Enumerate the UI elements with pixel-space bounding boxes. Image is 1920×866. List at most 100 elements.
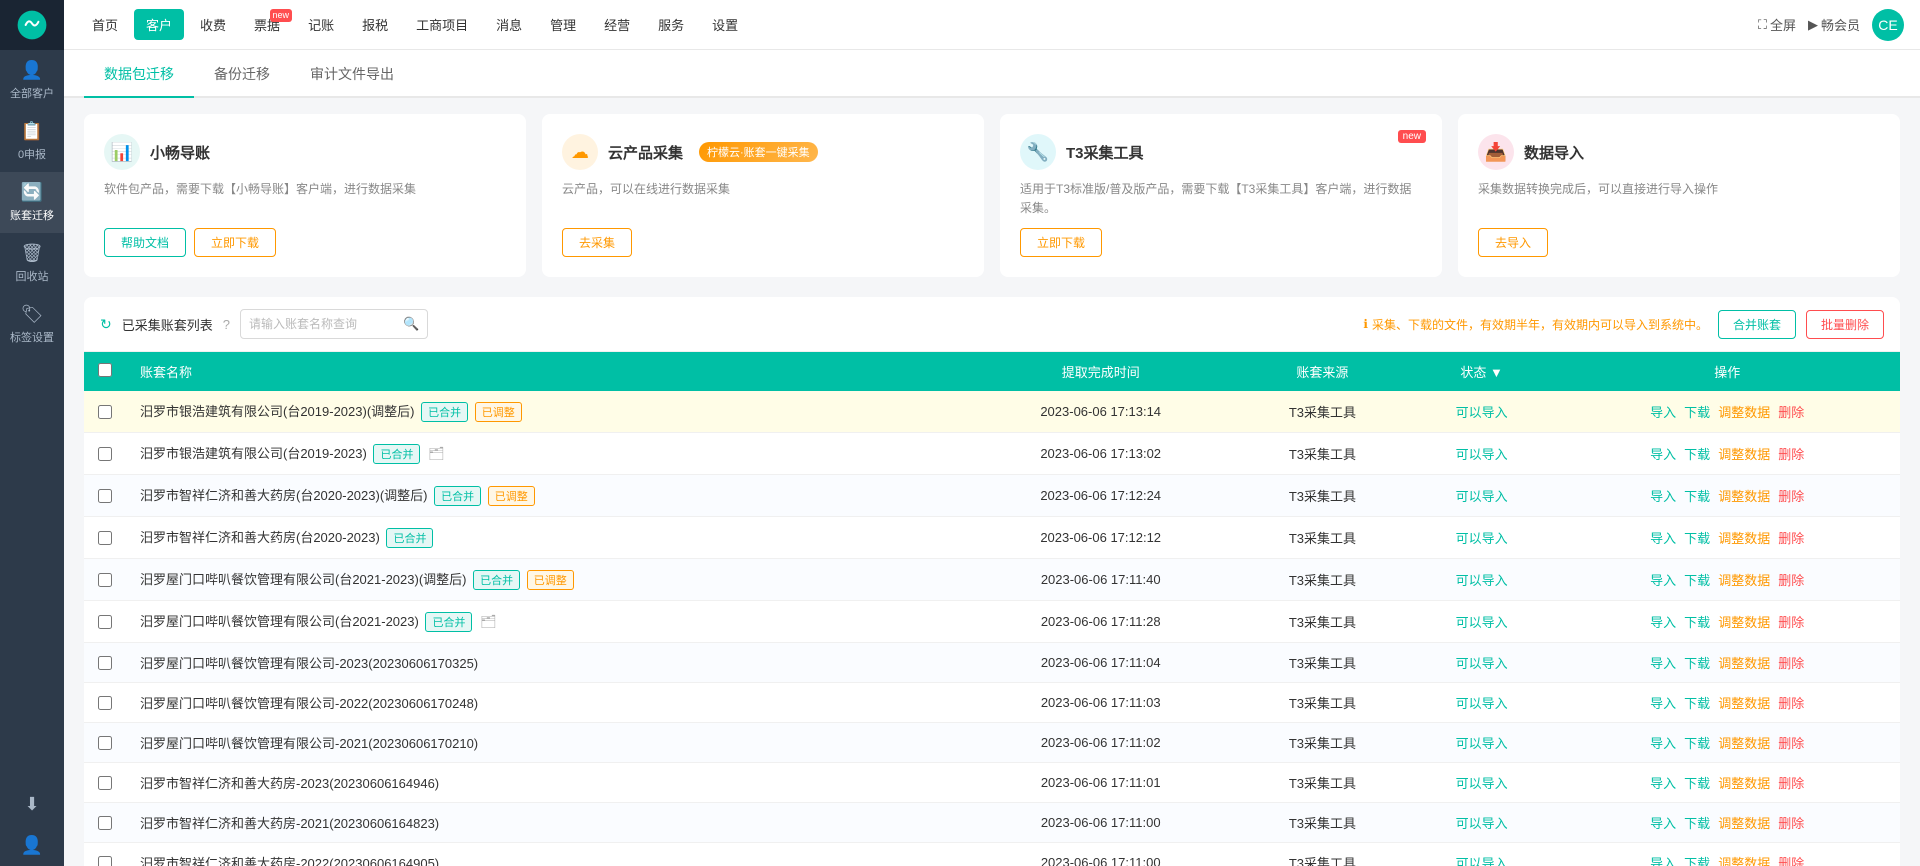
adjust-action[interactable]: 调整数据 bbox=[1718, 656, 1770, 671]
import-action[interactable]: 导入 bbox=[1650, 656, 1676, 671]
adjust-action[interactable]: 调整数据 bbox=[1718, 489, 1770, 504]
go-collect-button[interactable]: 去采集 bbox=[562, 228, 632, 257]
row-checkbox[interactable] bbox=[98, 776, 112, 790]
download-action[interactable]: 下载 bbox=[1684, 696, 1710, 711]
nav-tax[interactable]: 报税 bbox=[350, 9, 400, 40]
import-action[interactable]: 导入 bbox=[1650, 736, 1676, 751]
delete-action[interactable]: 删除 bbox=[1778, 776, 1804, 791]
nav-invoices[interactable]: 票据 new bbox=[242, 9, 292, 40]
nav-billing[interactable]: 收费 bbox=[188, 9, 238, 40]
import-action[interactable]: 导入 bbox=[1650, 405, 1676, 420]
row-checkbox[interactable] bbox=[98, 489, 112, 503]
adjust-action[interactable]: 调整数据 bbox=[1718, 405, 1770, 420]
nav-clients[interactable]: 客户 bbox=[134, 9, 184, 40]
delete-action[interactable]: 删除 bbox=[1778, 656, 1804, 671]
adjust-action[interactable]: 调整数据 bbox=[1718, 776, 1770, 791]
import-action[interactable]: 导入 bbox=[1650, 615, 1676, 630]
adjust-action[interactable]: 调整数据 bbox=[1718, 736, 1770, 751]
adjust-action[interactable]: 调整数据 bbox=[1718, 447, 1770, 462]
delete-action[interactable]: 删除 bbox=[1778, 489, 1804, 504]
download-action[interactable]: 下载 bbox=[1684, 856, 1710, 866]
nav-messages[interactable]: 消息 bbox=[484, 9, 534, 40]
search-input[interactable] bbox=[249, 317, 399, 331]
download-action[interactable]: 下载 bbox=[1684, 447, 1710, 462]
delete-action[interactable]: 删除 bbox=[1778, 573, 1804, 588]
refresh-icon[interactable]: ↻ bbox=[100, 316, 112, 333]
delete-action[interactable]: 删除 bbox=[1778, 816, 1804, 831]
delete-action[interactable]: 删除 bbox=[1778, 696, 1804, 711]
nav-bookkeeping[interactable]: 记账 bbox=[296, 9, 346, 40]
nav-management[interactable]: 管理 bbox=[538, 9, 588, 40]
import-action[interactable]: 导入 bbox=[1650, 489, 1676, 504]
help-doc-button[interactable]: 帮助文档 bbox=[104, 228, 186, 257]
adjust-action[interactable]: 调整数据 bbox=[1718, 856, 1770, 866]
sidebar-item-all-clients[interactable]: 👤 全部客户 bbox=[0, 50, 64, 111]
download-now-button-3[interactable]: 立即下载 bbox=[1020, 228, 1102, 257]
import-action[interactable]: 导入 bbox=[1650, 447, 1676, 462]
row-checkbox[interactable] bbox=[98, 615, 112, 629]
delete-action[interactable]: 删除 bbox=[1778, 736, 1804, 751]
row-checkbox[interactable] bbox=[98, 696, 112, 710]
download-action[interactable]: 下载 bbox=[1684, 489, 1710, 504]
nav-home[interactable]: 首页 bbox=[80, 9, 130, 40]
row-checkbox[interactable] bbox=[98, 816, 112, 830]
import-action[interactable]: 导入 bbox=[1650, 573, 1676, 588]
delete-action[interactable]: 删除 bbox=[1778, 531, 1804, 546]
sidebar-item-tag-settings[interactable]: 🏷 标签设置 bbox=[0, 294, 64, 355]
sidebar-item-zero-report[interactable]: 📋 0申报 bbox=[0, 111, 64, 172]
row-checkbox[interactable] bbox=[98, 405, 112, 419]
batch-delete-button[interactable]: 批量删除 bbox=[1806, 310, 1884, 339]
adjust-action[interactable]: 调整数据 bbox=[1718, 816, 1770, 831]
member-button[interactable]: ▶ 畅会员 bbox=[1808, 15, 1860, 34]
import-action[interactable]: 导入 bbox=[1650, 776, 1676, 791]
tab-data-migration[interactable]: 数据包迁移 bbox=[84, 50, 194, 98]
nav-operations[interactable]: 经营 bbox=[592, 9, 642, 40]
help-icon[interactable]: ? bbox=[223, 317, 230, 332]
row-checkbox[interactable] bbox=[98, 656, 112, 670]
adjust-action[interactable]: 调整数据 bbox=[1718, 573, 1770, 588]
download-action[interactable]: 下载 bbox=[1684, 736, 1710, 751]
app-logo[interactable] bbox=[0, 0, 64, 50]
download-action[interactable]: 下载 bbox=[1684, 531, 1710, 546]
delete-action[interactable]: 删除 bbox=[1778, 615, 1804, 630]
fullscreen-button[interactable]: ⛶ 全屏 bbox=[1758, 15, 1796, 34]
import-action[interactable]: 导入 bbox=[1650, 856, 1676, 866]
nav-settings[interactable]: 设置 bbox=[700, 9, 750, 40]
adjust-action[interactable]: 调整数据 bbox=[1718, 696, 1770, 711]
nav-business[interactable]: 工商项目 bbox=[404, 9, 480, 40]
download-action[interactable]: 下载 bbox=[1684, 615, 1710, 630]
nav-services[interactable]: 服务 bbox=[646, 9, 696, 40]
download-action[interactable]: 下载 bbox=[1684, 573, 1710, 588]
go-import-button[interactable]: 去导入 bbox=[1478, 228, 1548, 257]
row-checkbox[interactable] bbox=[98, 573, 112, 587]
download-action[interactable]: 下载 bbox=[1684, 816, 1710, 831]
row-checkbox[interactable] bbox=[98, 447, 112, 461]
file-icon[interactable]: 🗂 bbox=[480, 614, 497, 629]
sidebar-item-recycle-bin[interactable]: 🗑 回收站 bbox=[0, 233, 64, 294]
select-all-checkbox[interactable] bbox=[98, 363, 112, 377]
search-submit-icon[interactable]: 🔍 bbox=[403, 316, 419, 332]
row-checkbox[interactable] bbox=[98, 531, 112, 545]
sidebar-item-user-settings[interactable]: 👤 bbox=[0, 825, 64, 866]
file-icon[interactable]: 🗂 bbox=[428, 446, 445, 461]
download-action[interactable]: 下载 bbox=[1684, 405, 1710, 420]
download-now-button-1[interactable]: 立即下载 bbox=[194, 228, 276, 257]
delete-action[interactable]: 删除 bbox=[1778, 856, 1804, 866]
import-action[interactable]: 导入 bbox=[1650, 531, 1676, 546]
adjust-action[interactable]: 调整数据 bbox=[1718, 531, 1770, 546]
download-action[interactable]: 下载 bbox=[1684, 656, 1710, 671]
sidebar-item-account-migration[interactable]: 🔄 账套迁移 bbox=[0, 172, 64, 233]
delete-action[interactable]: 删除 bbox=[1778, 405, 1804, 420]
adjust-action[interactable]: 调整数据 bbox=[1718, 615, 1770, 630]
import-action[interactable]: 导入 bbox=[1650, 696, 1676, 711]
delete-action[interactable]: 删除 bbox=[1778, 447, 1804, 462]
download-action[interactable]: 下载 bbox=[1684, 776, 1710, 791]
user-avatar[interactable]: CE bbox=[1872, 9, 1904, 41]
import-action[interactable]: 导入 bbox=[1650, 816, 1676, 831]
sidebar-item-download[interactable]: ⬇ bbox=[0, 784, 64, 825]
tab-audit-export[interactable]: 审计文件导出 bbox=[290, 50, 414, 98]
merge-account-button[interactable]: 合并账套 bbox=[1718, 310, 1796, 339]
tab-backup-migration[interactable]: 备份迁移 bbox=[194, 50, 290, 98]
row-checkbox[interactable] bbox=[98, 856, 112, 866]
row-checkbox[interactable] bbox=[98, 736, 112, 750]
